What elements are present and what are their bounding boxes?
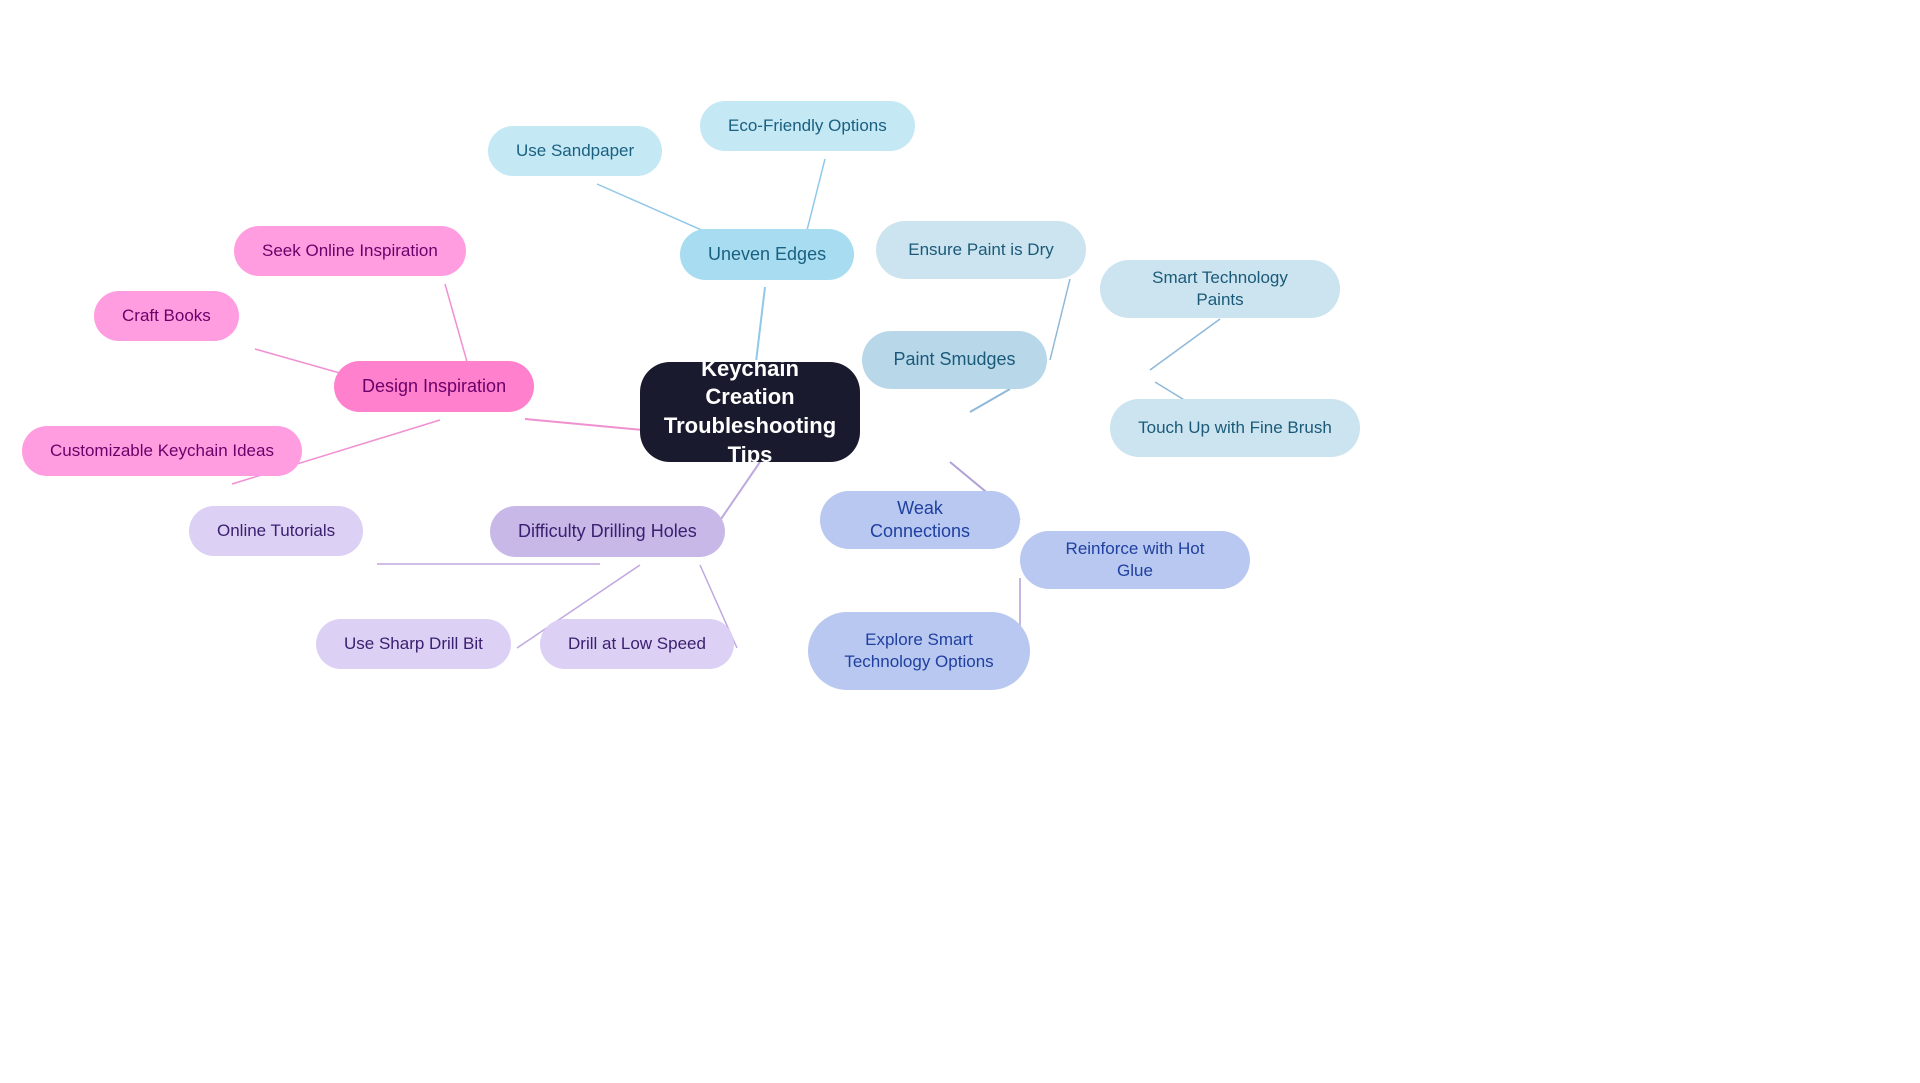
reinforce-hot-glue-node: Reinforce with Hot Glue bbox=[1020, 531, 1250, 589]
weak-connections-node: Weak Connections bbox=[820, 491, 1020, 549]
customizable-node: Customizable Keychain Ideas bbox=[22, 426, 302, 476]
difficulty-drilling-node: Difficulty Drilling Holes bbox=[490, 506, 725, 557]
uneven-edges-node: Uneven Edges bbox=[680, 229, 854, 280]
difficulty-drilling-label: Difficulty Drilling Holes bbox=[518, 520, 697, 543]
center-node: Keychain Creation Troubleshooting Tips bbox=[640, 362, 860, 462]
reinforce-hot-glue-label: Reinforce with Hot Glue bbox=[1048, 538, 1222, 582]
touch-up-brush-label: Touch Up with Fine Brush bbox=[1138, 417, 1332, 439]
use-sandpaper-label: Use Sandpaper bbox=[516, 140, 634, 162]
ensure-paint-dry-label: Ensure Paint is Dry bbox=[908, 239, 1054, 261]
smart-tech-paints-label: Smart Technology Paints bbox=[1128, 267, 1312, 311]
customizable-label: Customizable Keychain Ideas bbox=[50, 440, 274, 462]
seek-online-label: Seek Online Inspiration bbox=[262, 240, 438, 262]
ensure-paint-dry-node: Ensure Paint is Dry bbox=[876, 221, 1086, 279]
explore-smart-tech-label: Explore Smart Technology Options bbox=[830, 629, 1008, 673]
smart-tech-paints-node: Smart Technology Paints bbox=[1100, 260, 1340, 318]
paint-smudges-node: Paint Smudges bbox=[862, 331, 1047, 389]
touch-up-brush-node: Touch Up with Fine Brush bbox=[1110, 399, 1360, 457]
eco-friendly-label: Eco-Friendly Options bbox=[728, 115, 887, 137]
seek-online-node: Seek Online Inspiration bbox=[234, 226, 466, 276]
uneven-edges-label: Uneven Edges bbox=[708, 243, 826, 266]
drill-low-speed-label: Drill at Low Speed bbox=[568, 633, 706, 655]
use-sandpaper-node: Use Sandpaper bbox=[488, 126, 662, 176]
craft-books-label: Craft Books bbox=[122, 305, 211, 327]
center-label: Keychain Creation Troubleshooting Tips bbox=[664, 355, 836, 469]
use-sharp-drill-label: Use Sharp Drill Bit bbox=[344, 633, 483, 655]
online-tutorials-label: Online Tutorials bbox=[217, 520, 335, 542]
craft-books-node: Craft Books bbox=[94, 291, 239, 341]
online-tutorials-node: Online Tutorials bbox=[189, 506, 363, 556]
design-inspiration-label: Design Inspiration bbox=[362, 375, 506, 398]
eco-friendly-node: Eco-Friendly Options bbox=[700, 101, 915, 151]
use-sharp-drill-node: Use Sharp Drill Bit bbox=[316, 619, 511, 669]
drill-low-speed-node: Drill at Low Speed bbox=[540, 619, 734, 669]
paint-smudges-label: Paint Smudges bbox=[893, 348, 1015, 371]
design-inspiration-node: Design Inspiration bbox=[334, 361, 534, 412]
explore-smart-tech-node: Explore Smart Technology Options bbox=[808, 612, 1030, 690]
weak-connections-label: Weak Connections bbox=[848, 497, 992, 544]
